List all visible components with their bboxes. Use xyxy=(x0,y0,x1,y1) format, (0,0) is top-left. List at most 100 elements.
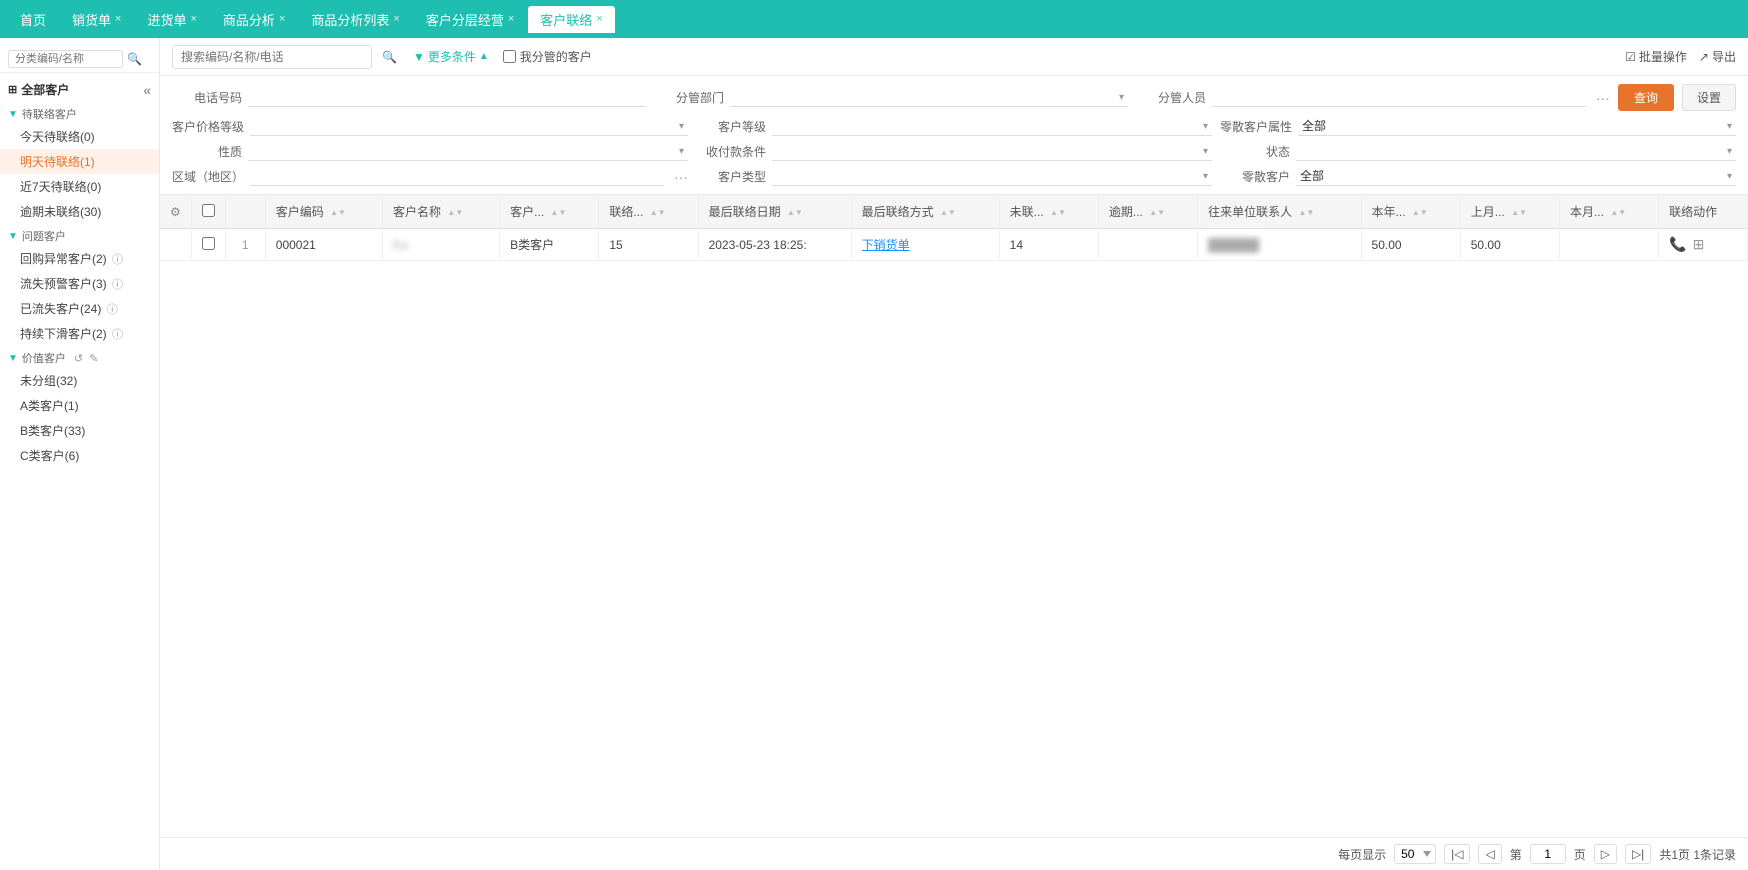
arrow-icon-value: ▼ xyxy=(8,353,18,364)
nav-close-purchase[interactable]: × xyxy=(190,13,196,25)
customer-level-select[interactable] xyxy=(772,117,1212,135)
sidebar-item-tomorrow[interactable]: 明天待联络(1) xyxy=(0,149,159,174)
customer-type-select[interactable] xyxy=(772,167,1212,185)
grid-icon: ⊞ xyxy=(8,83,17,96)
retail-customer-select[interactable]: 全部 xyxy=(1296,167,1736,185)
value-refresh-icon[interactable]: ↺ xyxy=(74,352,83,365)
payment-select-wrapper: ▾ xyxy=(772,142,1212,161)
dept-select[interactable] xyxy=(730,88,1128,106)
nav-customer-contact[interactable]: 客户联络 × xyxy=(528,6,614,33)
sidebar-item-repurchase-abnormal[interactable]: 回购异常客户(2) ⓘ xyxy=(0,246,159,271)
th-settings[interactable]: ⚙ xyxy=(160,195,191,229)
region-dots-btn[interactable]: ··· xyxy=(674,169,688,185)
th-uncontacted: 未联... ▲▼ xyxy=(999,195,1098,229)
sort-this-month-icon[interactable]: ▲▼ xyxy=(1610,209,1626,217)
per-page-select[interactable]: 50 xyxy=(1394,844,1436,864)
sidebar-group-pending[interactable]: ▼ 待联络客户 xyxy=(0,102,159,124)
nav-home[interactable]: 首页 xyxy=(8,6,58,33)
query-button[interactable]: 查询 xyxy=(1618,84,1674,111)
nav-sales-order[interactable]: 销货单 × xyxy=(60,6,133,33)
price-level-select[interactable] xyxy=(250,117,688,135)
my-customers-checkbox[interactable] xyxy=(503,50,516,63)
nav-product-analysis[interactable]: 商品分析 × xyxy=(211,6,297,33)
sort-this-year-icon[interactable]: ▲▼ xyxy=(1412,209,1428,217)
sort-method-icon[interactable]: ▲▼ xyxy=(940,209,956,217)
export-icon: ↗ xyxy=(1699,50,1709,64)
td-last-month: 50.00 xyxy=(1460,229,1559,261)
td-name[interactable]: Ea xyxy=(382,229,499,261)
sidebar-item-class-c[interactable]: C类客户(6) xyxy=(0,443,159,468)
person-dots-btn[interactable]: ··· xyxy=(1596,90,1610,106)
sort-code-icon[interactable]: ▲▼ xyxy=(330,209,346,217)
reset-button[interactable]: 设置 xyxy=(1682,84,1736,111)
sidebar-item-churn-warning[interactable]: 流失预警客户(3) ⓘ xyxy=(0,271,159,296)
checkbox-icon: ☑ xyxy=(1625,50,1636,64)
sidebar-item-unclassified[interactable]: 未分组(32) xyxy=(0,368,159,393)
nav-purchase-order[interactable]: 进货单 × xyxy=(135,6,208,33)
sidebar-group-value[interactable]: ▼ 价值客户 ↺ ✎ xyxy=(0,346,159,368)
sidebar-item-class-b[interactable]: B类客户(33) xyxy=(0,418,159,443)
sidebar-all-customers[interactable]: ⊞ 全部客户 « xyxy=(0,77,159,102)
page-input[interactable] xyxy=(1530,844,1566,864)
prev-page-btn[interactable]: ◁ xyxy=(1478,844,1501,864)
td-settings xyxy=(160,229,191,261)
sort-last-month-icon[interactable]: ▲▼ xyxy=(1511,209,1527,217)
pagination: 每页显示 50 |◁ ◁ 第 页 ▷ ▷| 共1页 1条记录 xyxy=(160,837,1748,870)
phone-input[interactable] xyxy=(248,88,646,107)
sidebar-item-declining[interactable]: 持续下滑客户(2) ⓘ xyxy=(0,321,159,346)
select-all-checkbox[interactable] xyxy=(202,204,215,217)
row-checkbox[interactable] xyxy=(202,237,215,250)
batch-op-button[interactable]: ☑ 批量操作 xyxy=(1625,48,1687,65)
sidebar-search-button[interactable]: 🔍 xyxy=(127,52,142,66)
sidebar-search-input[interactable] xyxy=(8,50,123,68)
last-page-btn[interactable]: ▷| xyxy=(1625,844,1651,864)
grid-action-icon[interactable]: ⊞ xyxy=(1693,236,1705,253)
sort-category-icon[interactable]: ▲▼ xyxy=(551,209,567,217)
gear-icon[interactable]: ⚙ xyxy=(170,205,181,219)
sidebar: 🔍 ⊞ 全部客户 « ▼ 待联络客户 今天待联络(0) 明天待联络(1) 近7天… xyxy=(0,38,160,870)
status-select[interactable] xyxy=(1296,142,1736,160)
sort-uncontacted-icon[interactable]: ▲▼ xyxy=(1050,209,1066,217)
nav-close-product[interactable]: × xyxy=(279,13,285,25)
nav-close-sales[interactable]: × xyxy=(115,13,121,25)
nav-close-product-list[interactable]: × xyxy=(393,13,399,25)
nature-select-wrapper: ▾ xyxy=(248,142,688,161)
sidebar-collapse-btn[interactable]: « xyxy=(143,82,151,98)
nav-close-tier[interactable]: × xyxy=(508,13,514,25)
phone-action-icon[interactable]: 📞 xyxy=(1669,236,1686,253)
person-input[interactable] xyxy=(1212,88,1586,107)
search-input[interactable] xyxy=(172,45,372,69)
filter-row-4: 区域（地区） ··· 客户类型 ▾ 零散客户 全部 xyxy=(172,167,1736,186)
nav-close-contact[interactable]: × xyxy=(596,13,602,25)
first-page-btn[interactable]: |◁ xyxy=(1444,844,1470,864)
sort-date-icon[interactable]: ▲▼ xyxy=(787,209,803,217)
sidebar-item-today[interactable]: 今天待联络(0) xyxy=(0,124,159,149)
status-select-wrapper: ▾ xyxy=(1296,142,1736,161)
nav-customer-tier[interactable]: 客户分层经营 × xyxy=(414,6,526,33)
sidebar-item-overdue[interactable]: 逾期未联络(30) xyxy=(0,199,159,224)
nature-select[interactable] xyxy=(248,142,688,160)
next-page-btn[interactable]: ▷ xyxy=(1594,844,1617,864)
region-input[interactable] xyxy=(250,167,664,186)
nav-product-analysis-list[interactable]: 商品分析列表 × xyxy=(299,6,411,33)
th-category: 客户... ▲▼ xyxy=(500,195,599,229)
td-this-year: 50.00 xyxy=(1361,229,1460,261)
search-button[interactable]: 🔍 xyxy=(380,48,399,66)
sidebar-item-class-a[interactable]: A类客户(1) xyxy=(0,393,159,418)
retail-attr-select[interactable]: 全部 xyxy=(1298,117,1736,135)
sort-name-icon[interactable]: ▲▼ xyxy=(447,209,463,217)
sidebar-item-churned[interactable]: 已流失客户(24) ⓘ xyxy=(0,296,159,321)
payment-select[interactable] xyxy=(772,142,1212,160)
sidebar-group-problem[interactable]: ▼ 问题客户 xyxy=(0,224,159,246)
more-filter-button[interactable]: ▼ 更多条件 ▲ xyxy=(407,44,495,69)
sort-contact-icon[interactable]: ▲▼ xyxy=(650,209,666,217)
sort-unit-contact-icon[interactable]: ▲▼ xyxy=(1298,209,1314,217)
td-category: B类客户 xyxy=(500,229,599,261)
sort-overdue-icon[interactable]: ▲▼ xyxy=(1149,209,1165,217)
value-edit-icon[interactable]: ✎ xyxy=(89,352,98,365)
th-row-num xyxy=(225,195,265,229)
export-button[interactable]: ↗ 导出 xyxy=(1699,48,1736,65)
filter-nature: 性质 ▾ xyxy=(172,142,688,161)
td-last-contact-method[interactable]: 下销货单 xyxy=(851,229,999,261)
sidebar-item-7days[interactable]: 近7天待联络(0) xyxy=(0,174,159,199)
